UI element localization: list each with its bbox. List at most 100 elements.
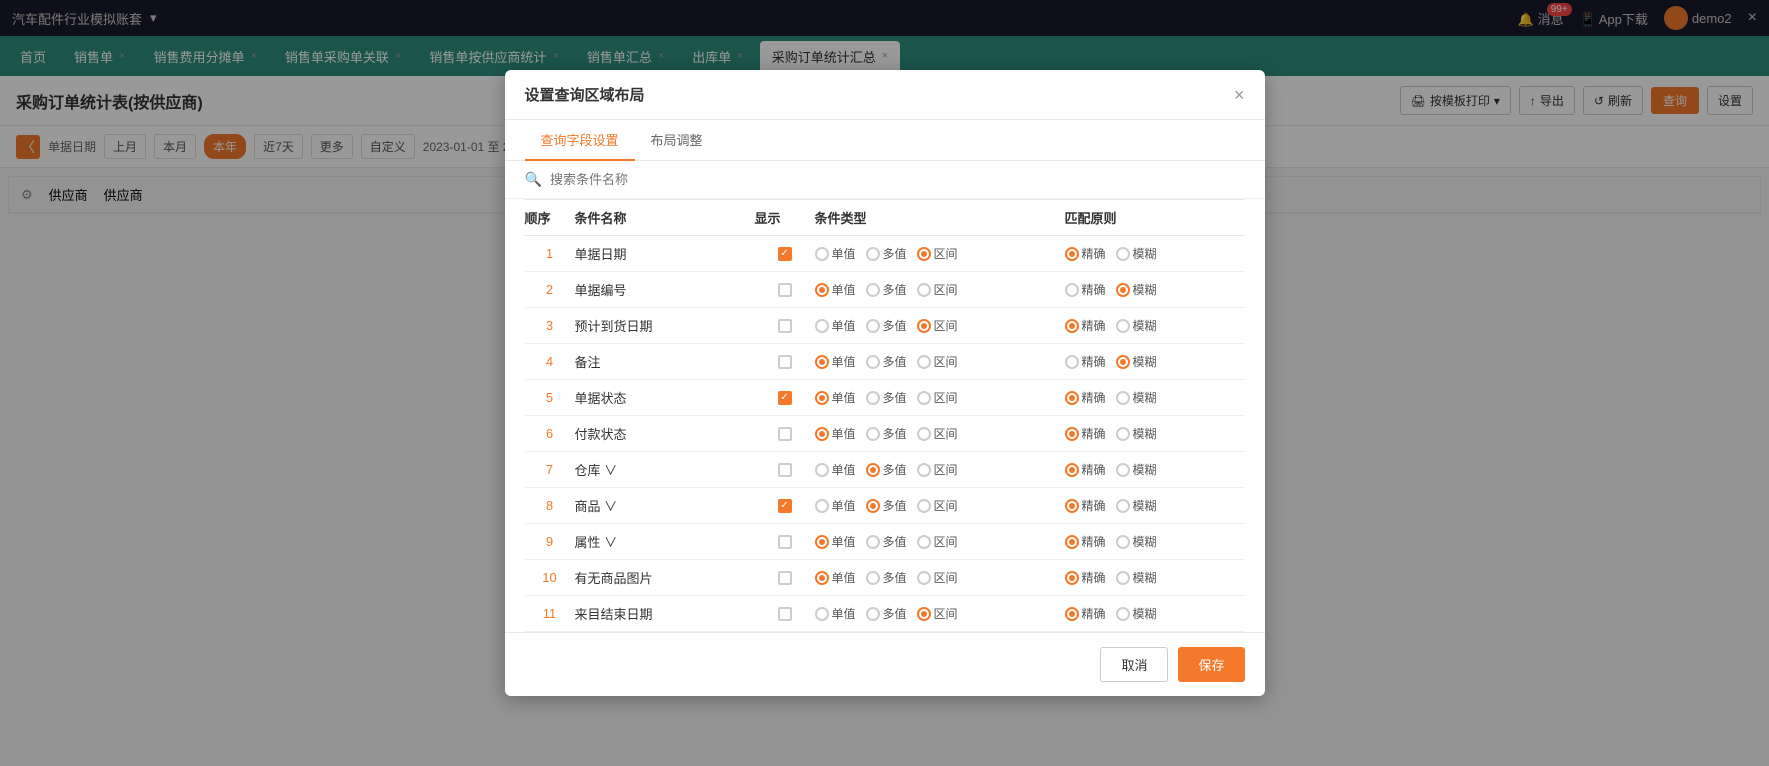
row-display-checkbox[interactable]: [755, 319, 815, 333]
radio-match-精确[interactable]: 精确: [1065, 389, 1106, 406]
row-name: 来目结束日期: [575, 604, 755, 623]
radio-type-区间[interactable]: 区间: [917, 353, 958, 370]
row-name: 仓库 ∨: [575, 460, 755, 479]
radio-type-多值[interactable]: 多值: [866, 281, 907, 298]
col-order-header: 顺序: [525, 208, 575, 227]
radio-type-单值[interactable]: 单值: [815, 425, 856, 442]
radio-type-多值[interactable]: 多值: [866, 461, 907, 478]
radio-type-区间[interactable]: 区间: [917, 497, 958, 514]
row-display-checkbox[interactable]: [755, 571, 815, 585]
row-match-group: 精确模糊: [1065, 389, 1265, 406]
radio-type-单值[interactable]: 单值: [815, 461, 856, 478]
row-display-checkbox[interactable]: [755, 463, 815, 477]
row-order: 8: [525, 498, 575, 513]
save-button[interactable]: 保存: [1178, 647, 1244, 682]
radio-match-精确[interactable]: 精确: [1065, 605, 1106, 622]
row-type-group: 单值多值区间: [815, 569, 1065, 586]
radio-type-多值[interactable]: 多值: [866, 317, 907, 334]
radio-match-模糊[interactable]: 模糊: [1116, 569, 1157, 586]
row-display-checkbox[interactable]: [755, 391, 815, 405]
row-display-checkbox[interactable]: [755, 283, 815, 297]
row-type-group: 单值多值区间: [815, 461, 1065, 478]
row-name: 单据日期: [575, 244, 755, 263]
radio-type-单值[interactable]: 单值: [815, 605, 856, 622]
radio-match-精确[interactable]: 精确: [1065, 317, 1106, 334]
modal-close-btn[interactable]: ×: [1234, 86, 1245, 104]
radio-match-模糊[interactable]: 模糊: [1116, 245, 1157, 262]
row-type-group: 单值多值区间: [815, 605, 1065, 622]
radio-match-模糊[interactable]: 模糊: [1116, 389, 1157, 406]
radio-type-区间[interactable]: 区间: [917, 389, 958, 406]
row-display-checkbox[interactable]: [755, 427, 815, 441]
radio-match-精确[interactable]: 精确: [1065, 497, 1106, 514]
radio-match-模糊[interactable]: 模糊: [1116, 461, 1157, 478]
row-order: 6: [525, 426, 575, 441]
radio-type-区间[interactable]: 区间: [917, 425, 958, 442]
radio-type-区间[interactable]: 区间: [917, 281, 958, 298]
row-type-group: 单值多值区间: [815, 425, 1065, 442]
radio-type-区间[interactable]: 区间: [917, 569, 958, 586]
modal-table-header-row: 顺序 条件名称 显示 条件类型 匹配原则: [525, 200, 1245, 236]
radio-match-精确[interactable]: 精确: [1065, 425, 1106, 442]
radio-type-区间[interactable]: 区间: [917, 605, 958, 622]
tab-query-field[interactable]: 查询字段设置: [525, 120, 635, 161]
modal-title: 设置查询区域布局: [525, 84, 645, 105]
row-type-group: 单值多值区间: [815, 317, 1065, 334]
table-row: 8商品 ∨单值多值区间精确模糊: [525, 488, 1245, 524]
table-row: 6付款状态单值多值区间精确模糊: [525, 416, 1245, 452]
radio-type-单值[interactable]: 单值: [815, 281, 856, 298]
radio-type-单值[interactable]: 单值: [815, 569, 856, 586]
modal-table-header-wrap: 顺序 条件名称 显示 条件类型 匹配原则: [505, 200, 1265, 236]
row-display-checkbox[interactable]: [755, 499, 815, 513]
row-display-checkbox[interactable]: [755, 535, 815, 549]
radio-type-多值[interactable]: 多值: [866, 569, 907, 586]
radio-match-模糊[interactable]: 模糊: [1116, 497, 1157, 514]
radio-match-精确[interactable]: 精确: [1065, 353, 1106, 370]
radio-type-区间[interactable]: 区间: [917, 317, 958, 334]
radio-match-精确[interactable]: 精确: [1065, 569, 1106, 586]
search-input[interactable]: [550, 172, 1245, 187]
row-display-checkbox[interactable]: [755, 355, 815, 369]
radio-type-单值[interactable]: 单值: [815, 245, 856, 262]
radio-match-精确[interactable]: 精确: [1065, 533, 1106, 550]
row-display-checkbox[interactable]: [755, 247, 815, 261]
radio-type-多值[interactable]: 多值: [866, 245, 907, 262]
radio-type-多值[interactable]: 多值: [866, 389, 907, 406]
radio-type-多值[interactable]: 多值: [866, 353, 907, 370]
radio-type-多值[interactable]: 多值: [866, 605, 907, 622]
radio-type-多值[interactable]: 多值: [866, 533, 907, 550]
table-row: 2单据编号单值多值区间精确模糊: [525, 272, 1245, 308]
radio-match-模糊[interactable]: 模糊: [1116, 605, 1157, 622]
radio-type-多值[interactable]: 多值: [866, 425, 907, 442]
tab-layout[interactable]: 布局调整: [635, 120, 719, 161]
row-name: 预计到货日期: [575, 316, 755, 335]
row-name: 有无商品图片: [575, 568, 755, 587]
search-icon: 🔍: [525, 171, 542, 188]
cancel-button[interactable]: 取消: [1100, 647, 1168, 682]
radio-type-区间[interactable]: 区间: [917, 461, 958, 478]
radio-type-单值[interactable]: 单值: [815, 497, 856, 514]
radio-match-模糊[interactable]: 模糊: [1116, 533, 1157, 550]
row-display-checkbox[interactable]: [755, 607, 815, 621]
radio-type-多值[interactable]: 多值: [866, 497, 907, 514]
row-order: 10: [525, 570, 575, 585]
row-match-group: 精确模糊: [1065, 605, 1265, 622]
modal-header: 设置查询区域布局 ×: [505, 70, 1265, 120]
row-name: 单据编号: [575, 280, 755, 299]
radio-match-模糊[interactable]: 模糊: [1116, 317, 1157, 334]
radio-match-模糊[interactable]: 模糊: [1116, 353, 1157, 370]
row-order: 4: [525, 354, 575, 369]
radio-match-精确[interactable]: 精确: [1065, 281, 1106, 298]
radio-match-模糊[interactable]: 模糊: [1116, 281, 1157, 298]
table-row: 10有无商品图片单值多值区间精确模糊: [525, 560, 1245, 596]
radio-type-单值[interactable]: 单值: [815, 353, 856, 370]
radio-type-单值[interactable]: 单值: [815, 533, 856, 550]
radio-type-区间[interactable]: 区间: [917, 533, 958, 550]
radio-type-区间[interactable]: 区间: [917, 245, 958, 262]
radio-match-精确[interactable]: 精确: [1065, 245, 1106, 262]
row-name: 属性 ∨: [575, 532, 755, 551]
radio-type-单值[interactable]: 单值: [815, 317, 856, 334]
radio-match-模糊[interactable]: 模糊: [1116, 425, 1157, 442]
radio-match-精确[interactable]: 精确: [1065, 461, 1106, 478]
radio-type-单值[interactable]: 单值: [815, 389, 856, 406]
